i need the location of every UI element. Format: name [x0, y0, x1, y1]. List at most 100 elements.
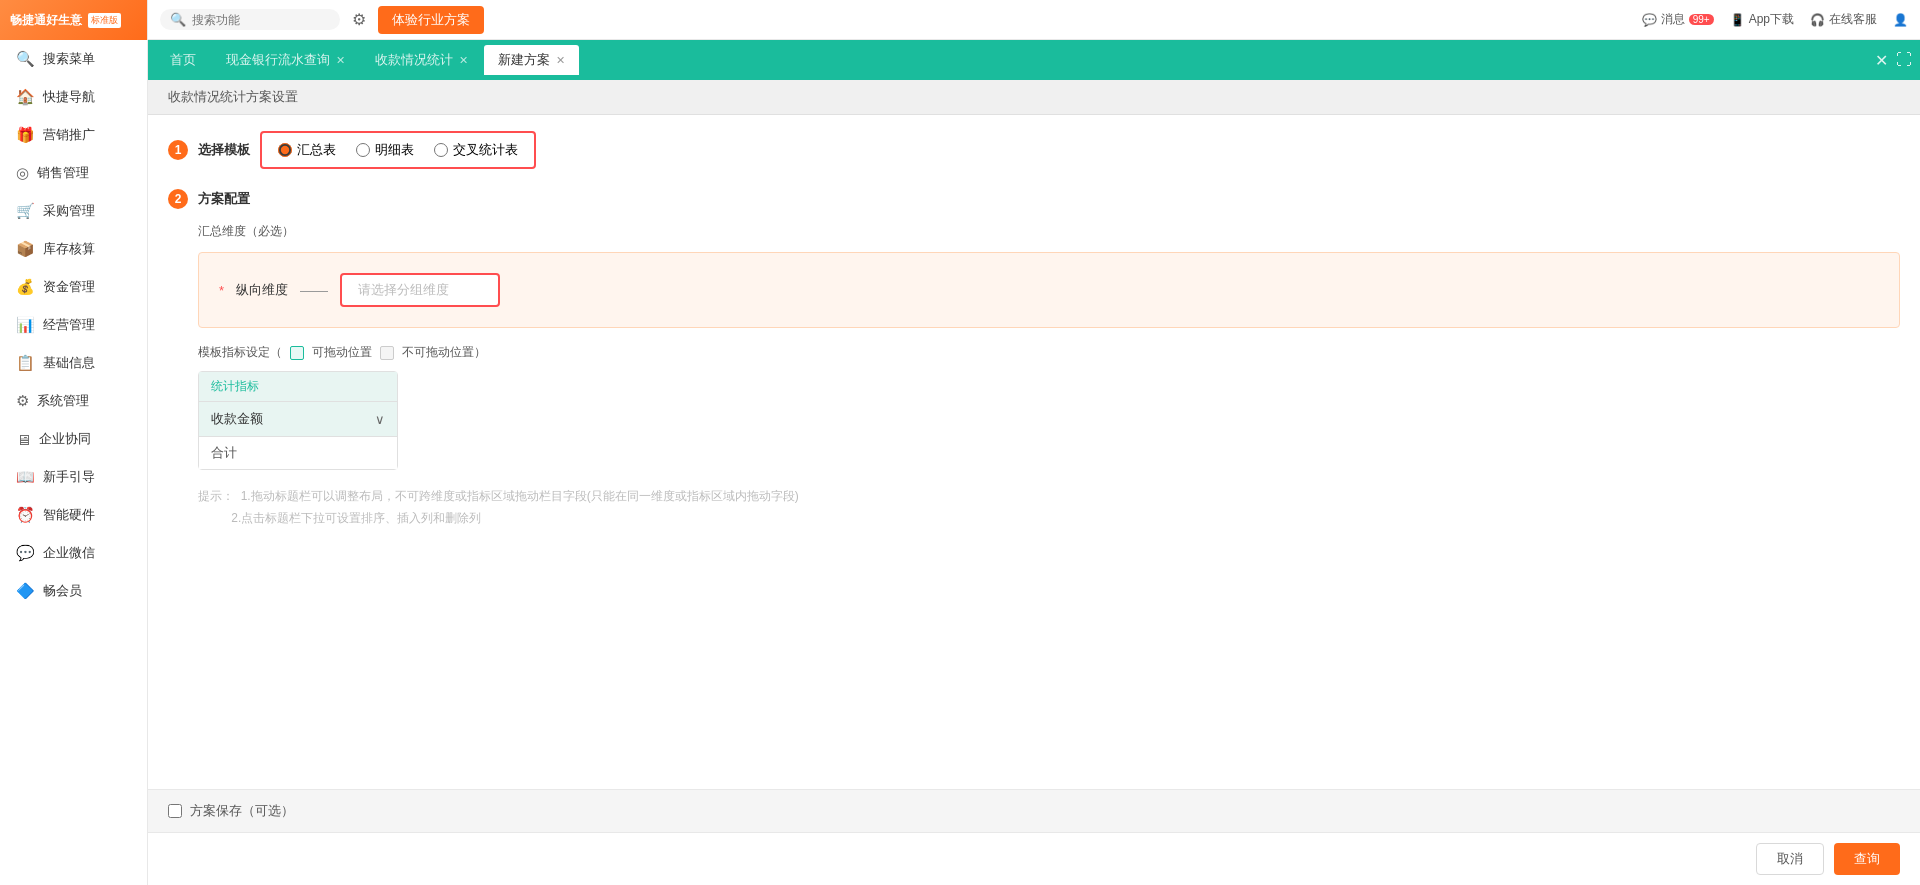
radio-detail-label: 明细表 — [375, 141, 414, 159]
indicator-column-payment[interactable]: 收款金额 ∨ — [199, 402, 397, 437]
tab-new-plan[interactable]: 新建方案 ✕ — [484, 45, 579, 75]
hint-not-draggable-text: 不可拖动位置） — [402, 344, 486, 361]
topbar: 🔍 ⚙ 体验行业方案 💬 消息 99+ 📱 App下载 🎧 在线客服 👤 — [148, 0, 1920, 40]
sidebar-label-2: 营销推广 — [43, 126, 95, 144]
page-header: 收款情况统计方案设置 — [148, 80, 1920, 115]
sidebar-label-14: 畅会员 — [43, 582, 82, 600]
sidebar-item-2[interactable]: 🎁 营销推广 — [0, 116, 147, 154]
tab-cash-flow-close[interactable]: ✕ — [336, 54, 345, 67]
step1-section: 1 选择模板 汇总表 明细表 交叉统计表 — [168, 131, 1900, 169]
content-area: 收款情况统计方案设置 1 选择模板 汇总表 明细表 — [148, 80, 1920, 832]
gear-icon[interactable]: ⚙ — [352, 10, 366, 29]
topbar-actions: 💬 消息 99+ 📱 App下载 🎧 在线客服 👤 — [1642, 11, 1908, 28]
step2-title: 方案配置 — [198, 190, 250, 208]
sidebar-label-6: 资金管理 — [43, 278, 95, 296]
indicator-label: 模板指标设定（ — [198, 344, 282, 361]
close-window-icon[interactable]: ✕ — [1875, 51, 1888, 70]
sidebar-label-4: 采购管理 — [43, 202, 95, 220]
sidebar: 畅捷通好生意 标准版 🔍搜索菜单🏠快捷导航🎁营销推广◎销售管理🛒采购管理📦库存核… — [0, 0, 148, 885]
save-checkbox[interactable] — [168, 804, 182, 818]
indicator-settings: 模板指标设定（ 可拖动位置 不可拖动位置） 统计指标 收款金额 ∨ — [198, 344, 1900, 470]
step1-num: 1 — [168, 140, 188, 160]
sidebar-label-0: 搜索菜单 — [43, 50, 95, 68]
sidebar-item-8[interactable]: 📋基础信息 — [0, 344, 147, 382]
support-button[interactable]: 🎧 在线客服 — [1810, 11, 1877, 28]
tab-new-plan-label: 新建方案 — [498, 51, 550, 69]
indicator-table-header: 统计指标 — [199, 372, 397, 402]
hint-draggable-text: 可拖动位置 — [312, 344, 372, 361]
tabs-right: ✕ ⛶ — [1875, 51, 1912, 70]
tab-payment-stats-label: 收款情况统计 — [375, 51, 453, 69]
tab-cash-flow[interactable]: 现金银行流水查询 ✕ — [212, 45, 359, 75]
sidebar-icon-12: ⏰ — [16, 506, 35, 524]
trial-button[interactable]: 体验行业方案 — [378, 6, 484, 34]
topbar-search-container[interactable]: 🔍 — [160, 9, 340, 30]
radio-summary-label: 汇总表 — [297, 141, 336, 159]
sidebar-item-10[interactable]: 🖥 企业协同 — [0, 420, 147, 458]
search-icon: 🔍 — [170, 12, 186, 27]
user-info[interactable]: 👤 — [1893, 13, 1908, 27]
sidebar-item-14[interactable]: 🔷 畅会员 — [0, 572, 147, 610]
sidebar-icon-2: 🎁 — [16, 126, 35, 144]
indicator-table: 统计指标 收款金额 ∨ 合计 — [198, 371, 398, 470]
tab-payment-stats[interactable]: 收款情况统计 ✕ — [361, 45, 482, 75]
indicator-column-arrow[interactable]: ∨ — [375, 412, 385, 427]
sidebar-item-5[interactable]: 📦库存核算 — [0, 230, 147, 268]
sidebar-icon-10: 🖥 — [16, 431, 31, 448]
sidebar-icon-14: 🔷 — [16, 582, 35, 600]
query-button[interactable]: 查询 — [1834, 843, 1900, 875]
sidebar-label-10: 企业协同 — [39, 430, 91, 448]
message-button[interactable]: 💬 消息 99+ — [1642, 11, 1714, 28]
sidebar-item-9[interactable]: ⚙系统管理 — [0, 382, 147, 420]
maximize-icon[interactable]: ⛶ — [1896, 51, 1912, 69]
vertical-dimension-label: 纵向维度 — [236, 281, 288, 299]
sidebar-label-5: 库存核算 — [43, 240, 95, 258]
sidebar-item-11[interactable]: 📖新手引导 — [0, 458, 147, 496]
tab-home-label: 首页 — [170, 51, 196, 69]
step2-num: 2 — [168, 189, 188, 209]
radio-summary-input[interactable] — [278, 143, 292, 157]
dimension-area: * 纵向维度 —— 请选择分组维度 — [198, 252, 1900, 328]
sidebar-label-8: 基础信息 — [43, 354, 95, 372]
radio-cross[interactable]: 交叉统计表 — [434, 141, 518, 159]
sidebar-item-4[interactable]: 🛒采购管理 — [0, 192, 147, 230]
sidebar-item-0[interactable]: 🔍搜索菜单 — [0, 40, 147, 78]
user-avatar: 👤 — [1893, 13, 1908, 27]
sidebar-nav: 🔍搜索菜单🏠快捷导航 🎁 营销推广 ◎销售管理🛒采购管理📦库存核算💰资金管理📊经营管理… — [0, 40, 147, 885]
message-label: 消息 — [1661, 11, 1685, 28]
sidebar-item-1[interactable]: 🏠快捷导航 — [0, 78, 147, 116]
sidebar-badge: 标准版 — [88, 13, 121, 28]
cancel-button[interactable]: 取消 — [1756, 843, 1824, 875]
sidebar-icon-11: 📖 — [16, 468, 35, 486]
tip-2: 2.点击标题栏下拉可设置排序、插入列和删除列 — [198, 508, 1900, 530]
sidebar-icon-7: 📊 — [16, 316, 35, 334]
sidebar-item-7[interactable]: 📊经营管理 — [0, 306, 147, 344]
step1-header: 1 选择模板 汇总表 明细表 交叉统计表 — [168, 131, 1900, 169]
sidebar-item-13[interactable]: 💬企业微信 — [0, 534, 147, 572]
sidebar-icon-13: 💬 — [16, 544, 35, 562]
radio-summary[interactable]: 汇总表 — [278, 141, 336, 159]
indicator-hint-row: 模板指标设定（ 可拖动位置 不可拖动位置） — [198, 344, 1900, 361]
dimension-row: * 纵向维度 —— 请选择分组维度 — [219, 273, 1879, 307]
tab-payment-stats-close[interactable]: ✕ — [459, 54, 468, 67]
hint-not-draggable-box — [380, 346, 394, 360]
sidebar-item-3[interactable]: ◎销售管理 — [0, 154, 147, 192]
support-label: 在线客服 — [1829, 11, 1877, 28]
download-button[interactable]: 📱 App下载 — [1730, 11, 1794, 28]
sidebar-item-6[interactable]: 💰资金管理 — [0, 268, 147, 306]
sidebar-item-12[interactable]: ⏰智能硬件 — [0, 496, 147, 534]
tab-home[interactable]: 首页 — [156, 45, 210, 75]
radio-detail[interactable]: 明细表 — [356, 141, 414, 159]
page-title: 收款情况统计方案设置 — [168, 89, 298, 104]
required-star: * — [219, 283, 224, 298]
radio-cross-input[interactable] — [434, 143, 448, 157]
radio-detail-input[interactable] — [356, 143, 370, 157]
search-input[interactable] — [192, 13, 322, 27]
tab-new-plan-close[interactable]: ✕ — [556, 54, 565, 67]
support-icon: 🎧 — [1810, 13, 1825, 27]
save-label[interactable]: 方案保存（可选） — [190, 802, 294, 820]
dimension-arrow: —— — [300, 282, 328, 298]
sidebar-icon-3: ◎ — [16, 164, 29, 182]
dimension-select[interactable]: 请选择分组维度 — [340, 273, 500, 307]
dimension-title: 汇总维度（必选） — [198, 223, 1900, 240]
